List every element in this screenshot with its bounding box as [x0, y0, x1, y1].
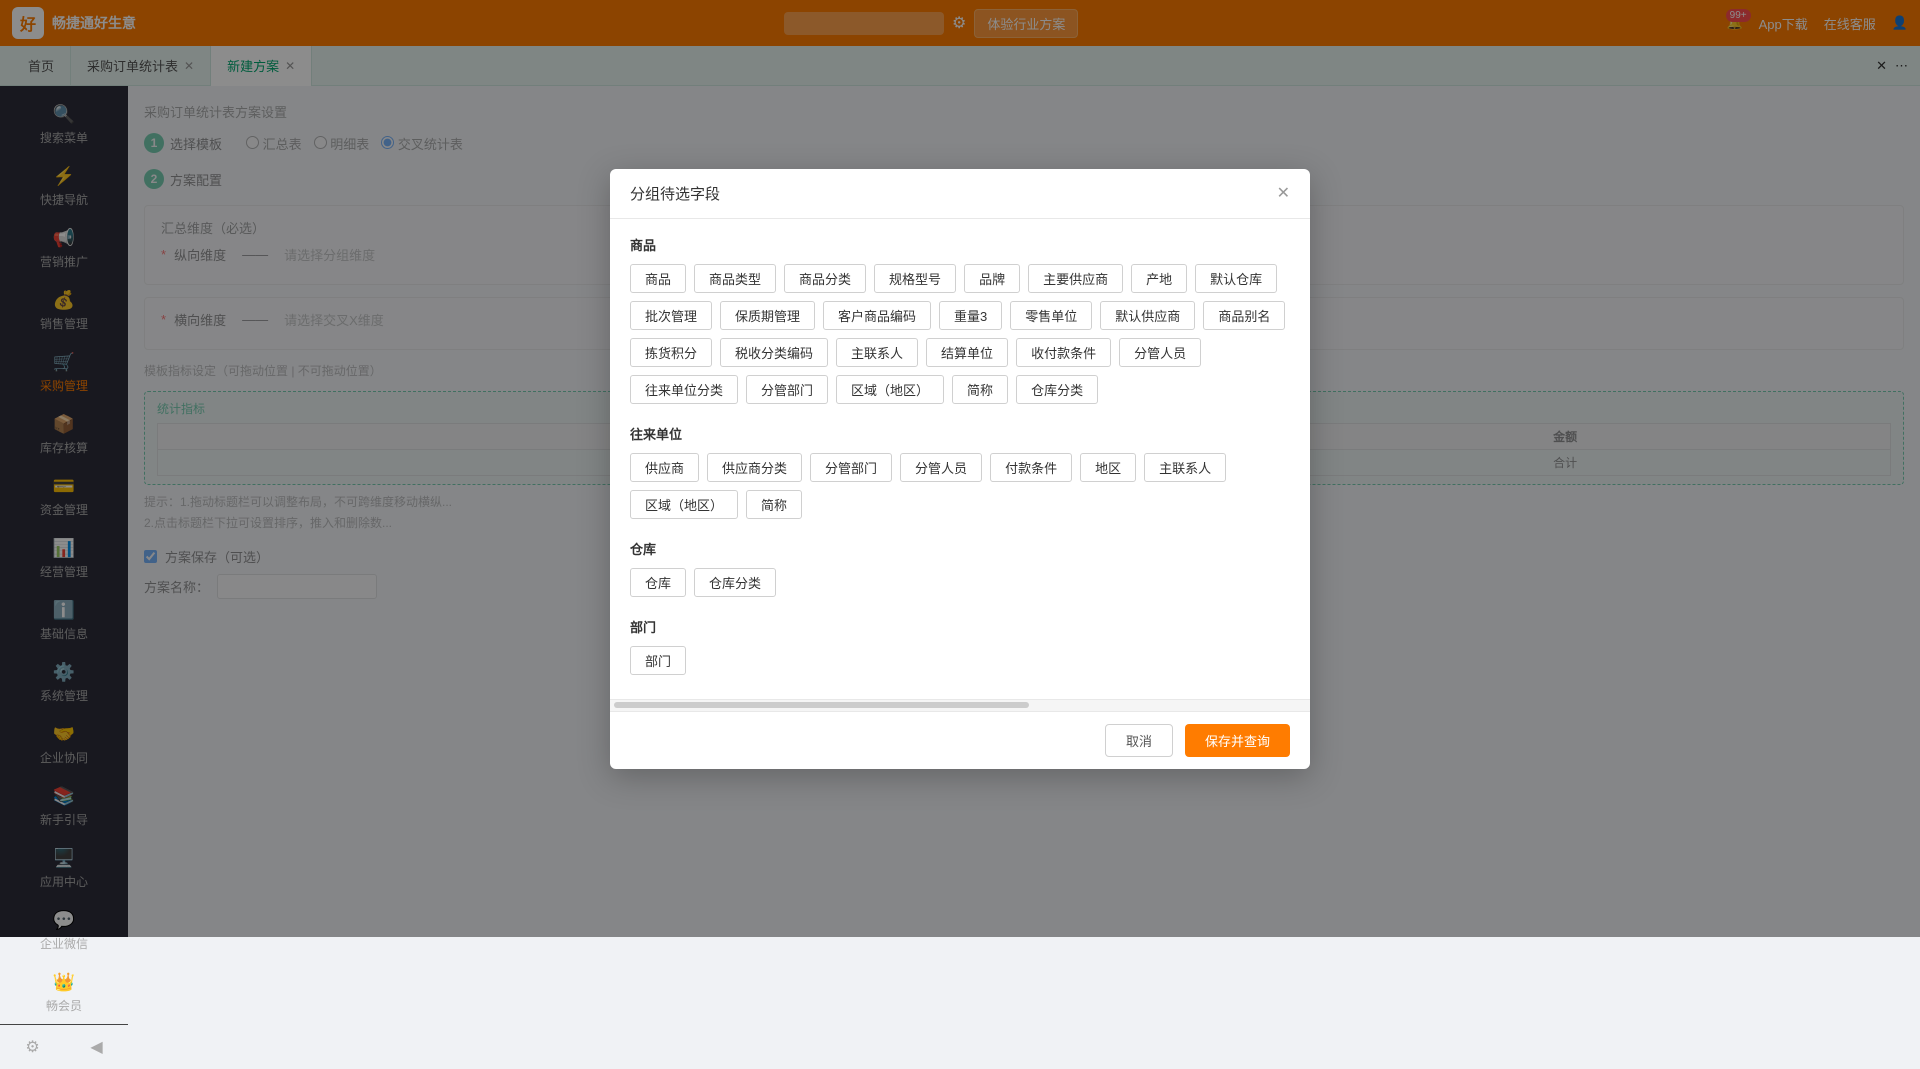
modal-hscroll-bar — [614, 702, 1029, 708]
section-warehouse-tags: 仓库 仓库分类 — [630, 568, 1290, 597]
tag-goods-16[interactable]: 税收分类编码 — [720, 338, 828, 367]
tag-goods-9[interactable]: 保质期管理 — [720, 301, 815, 330]
tag-goods-25[interactable]: 仓库分类 — [1016, 375, 1098, 404]
section-partner-title: 往来单位 — [630, 424, 1290, 443]
section-goods: 商品 商品 商品类型 商品分类 规格型号 品牌 主要供应商 产地 默认仓库 批次… — [630, 235, 1290, 404]
sidebar-bottom: ⚙ ◀ — [0, 1024, 128, 1069]
modal-close-btn[interactable]: ✕ — [1277, 183, 1290, 203]
modal: 分组待选字段 ✕ 商品 商品 商品类型 商品分类 规格型号 品牌 主要供应商 产… — [610, 169, 1310, 769]
sidebar-item-member-label: 畅会员 — [46, 997, 82, 1014]
tag-partner-6[interactable]: 主联系人 — [1144, 453, 1226, 482]
tag-goods-12[interactable]: 零售单位 — [1010, 301, 1092, 330]
sidebar-item-wechat-label: 企业微信 — [40, 935, 88, 952]
modal-footer: 取消 保存并查询 — [610, 711, 1310, 769]
modal-body[interactable]: 商品 商品 商品类型 商品分类 规格型号 品牌 主要供应商 产地 默认仓库 批次… — [610, 219, 1310, 699]
modal-hscroll[interactable] — [610, 699, 1310, 711]
tag-warehouse-0[interactable]: 仓库 — [630, 568, 686, 597]
tag-goods-20[interactable]: 分管人员 — [1119, 338, 1201, 367]
tag-goods-2[interactable]: 商品分类 — [784, 264, 866, 293]
modal-header: 分组待选字段 ✕ — [610, 169, 1310, 219]
section-partner: 往来单位 供应商 供应商分类 分管部门 分管人员 付款条件 地区 主联系人 区域… — [630, 424, 1290, 519]
section-dept-title: 部门 — [630, 617, 1290, 636]
tag-goods-22[interactable]: 分管部门 — [746, 375, 828, 404]
tag-goods-23[interactable]: 区域（地区） — [836, 375, 944, 404]
sidebar-collapse-btn[interactable]: ◀ — [90, 1037, 102, 1057]
tag-partner-2[interactable]: 分管部门 — [810, 453, 892, 482]
tag-goods-6[interactable]: 产地 — [1131, 264, 1187, 293]
section-dept: 部门 部门 — [630, 617, 1290, 675]
tag-goods-5[interactable]: 主要供应商 — [1028, 264, 1123, 293]
tag-dept-0[interactable]: 部门 — [630, 646, 686, 675]
sidebar-item-member[interactable]: 👑 畅会员 — [0, 962, 128, 1024]
member-icon: 👑 — [53, 972, 75, 993]
tag-partner-3[interactable]: 分管人员 — [900, 453, 982, 482]
tag-partner-1[interactable]: 供应商分类 — [707, 453, 802, 482]
cancel-btn[interactable]: 取消 — [1105, 724, 1173, 757]
tag-goods-8[interactable]: 批次管理 — [630, 301, 712, 330]
tag-goods-18[interactable]: 结算单位 — [926, 338, 1008, 367]
section-goods-tags: 商品 商品类型 商品分类 规格型号 品牌 主要供应商 产地 默认仓库 批次管理 … — [630, 264, 1290, 404]
tag-goods-17[interactable]: 主联系人 — [836, 338, 918, 367]
tag-goods-15[interactable]: 拣货积分 — [630, 338, 712, 367]
tag-goods-19[interactable]: 收付款条件 — [1016, 338, 1111, 367]
tag-warehouse-1[interactable]: 仓库分类 — [694, 568, 776, 597]
tag-goods-1[interactable]: 商品类型 — [694, 264, 776, 293]
tag-partner-8[interactable]: 简称 — [746, 490, 802, 519]
tag-goods-10[interactable]: 客户商品编码 — [823, 301, 931, 330]
tag-goods-4[interactable]: 品牌 — [964, 264, 1020, 293]
tag-goods-24[interactable]: 简称 — [952, 375, 1008, 404]
modal-title: 分组待选字段 — [630, 183, 720, 204]
section-dept-tags: 部门 — [630, 646, 1290, 675]
sidebar-settings-btn[interactable]: ⚙ — [25, 1037, 39, 1057]
section-partner-tags: 供应商 供应商分类 分管部门 分管人员 付款条件 地区 主联系人 区域（地区） … — [630, 453, 1290, 519]
save-btn[interactable]: 保存并查询 — [1185, 724, 1290, 757]
tag-goods-14[interactable]: 商品别名 — [1203, 301, 1285, 330]
tag-partner-5[interactable]: 地区 — [1080, 453, 1136, 482]
section-warehouse-title: 仓库 — [630, 539, 1290, 558]
tag-goods-21[interactable]: 往来单位分类 — [630, 375, 738, 404]
tag-partner-7[interactable]: 区域（地区） — [630, 490, 738, 519]
tag-goods-13[interactable]: 默认供应商 — [1100, 301, 1195, 330]
tag-goods-11[interactable]: 重量3 — [939, 301, 1002, 330]
section-goods-title: 商品 — [630, 235, 1290, 254]
tag-goods-0[interactable]: 商品 — [630, 264, 686, 293]
tag-goods-3[interactable]: 规格型号 — [874, 264, 956, 293]
tag-partner-0[interactable]: 供应商 — [630, 453, 699, 482]
section-warehouse: 仓库 仓库 仓库分类 — [630, 539, 1290, 597]
tag-goods-7[interactable]: 默认仓库 — [1195, 264, 1277, 293]
tag-partner-4[interactable]: 付款条件 — [990, 453, 1072, 482]
